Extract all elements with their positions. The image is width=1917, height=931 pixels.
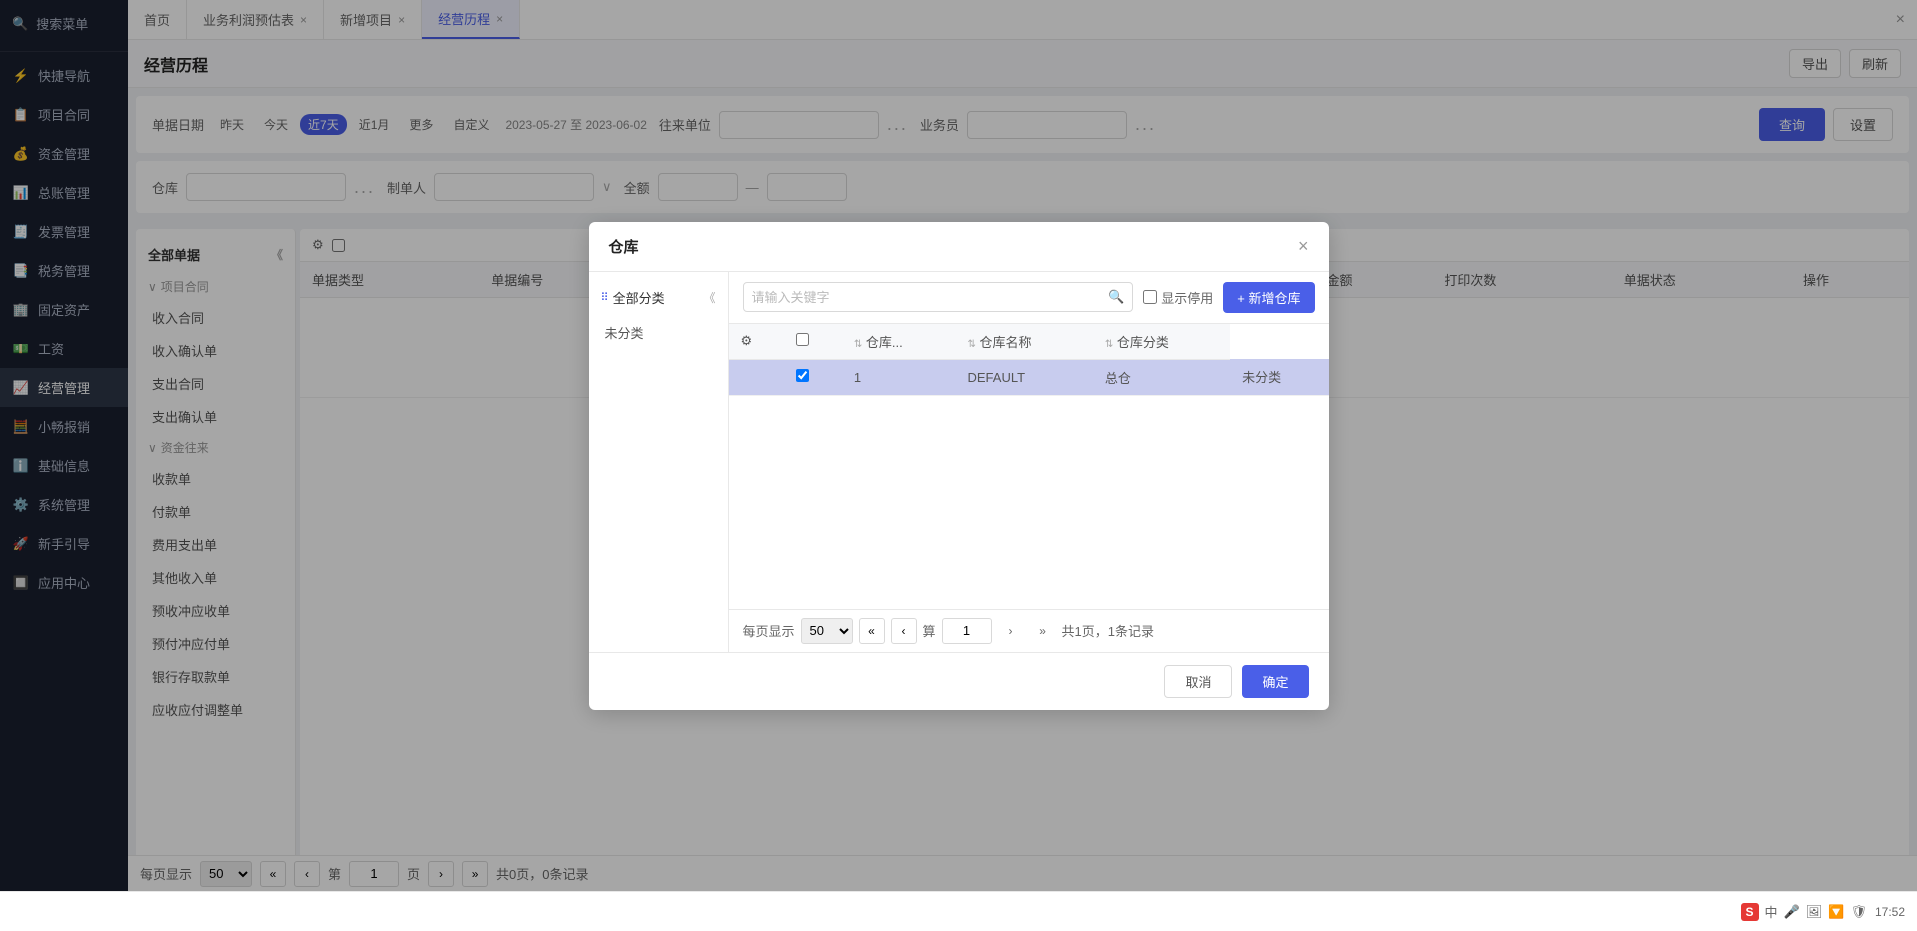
show-disabled-label[interactable]: 显示停用 xyxy=(1143,288,1213,307)
modal-actions: 取消 确定 xyxy=(589,652,1329,710)
modal-col-仓库名称: ⇅ 仓库名称 xyxy=(956,324,1093,360)
show-disabled-checkbox[interactable] xyxy=(1143,290,1157,304)
modal-prev-page[interactable]: ‹ xyxy=(891,618,917,644)
modal-search-icon: 🔍 xyxy=(1108,289,1124,305)
confirm-button[interactable]: 确定 xyxy=(1242,665,1308,698)
modal-title: 仓库 xyxy=(609,236,639,257)
modal-search-box[interactable]: 🔍 xyxy=(743,282,1134,312)
modal-pagination: 每页显示 50100 « ‹ 算 › » 共1页，1条记录 xyxy=(729,609,1329,652)
modal-table-area: ⚙ ⇅ 仓库...⇅ 仓库名称⇅ 仓库分类 1 DEFAULT 总仓 未分类 xyxy=(729,324,1329,609)
modal-page-label: 算 xyxy=(923,621,936,640)
modal-col-仓库...: ⇅ 仓库... xyxy=(842,324,956,360)
taskbar-icons: S 中 🎤 🖼 🔽 🛡 xyxy=(1741,902,1867,921)
modal-last-page[interactable]: » xyxy=(1030,618,1056,644)
add-warehouse-button[interactable]: + 新增仓库 xyxy=(1223,282,1314,313)
modal-page-input[interactable] xyxy=(942,618,992,644)
taskbar-time: 17:52 xyxy=(1875,905,1905,919)
row-category-cell: 未分类 xyxy=(1230,359,1328,395)
modal-all-label[interactable]: ⠿ 全部分类 xyxy=(601,288,665,307)
modal-header: 仓库 × xyxy=(589,222,1329,272)
modal-next-page[interactable]: › xyxy=(998,618,1024,644)
taskbar-icon-5: 🔽 xyxy=(1828,904,1844,920)
modal-data-table: ⚙ ⇅ 仓库...⇅ 仓库名称⇅ 仓库分类 1 DEFAULT 总仓 未分类 xyxy=(729,324,1329,396)
row-id-cell: 1 xyxy=(842,359,956,395)
taskbar: S 中 🎤 🖼 🔽 🛡 17:52 xyxy=(0,891,1917,931)
modal-toolbar: 🔍 显示停用 + 新增仓库 xyxy=(729,272,1329,324)
modal-col-check xyxy=(784,324,842,360)
taskbar-s-icon: S xyxy=(1741,903,1759,921)
row-name-cell: 总仓 xyxy=(1093,359,1230,395)
modal-total: 共1页，1条记录 xyxy=(1062,621,1154,640)
modal-col-settings: ⚙ xyxy=(729,324,785,360)
row-code-cell: DEFAULT xyxy=(956,359,1093,395)
modal-left-panel: ⠿ 全部分类 《 未分类 xyxy=(589,272,729,652)
taskbar-icon-2: 中 xyxy=(1765,902,1778,921)
cancel-button[interactable]: 取消 xyxy=(1164,665,1232,698)
row-check-cell xyxy=(784,359,842,395)
modal-body: ⠿ 全部分类 《 未分类 🔍 显示停用 + 新增仓库 xyxy=(589,272,1329,652)
modal-table-row[interactable]: 1 DEFAULT 总仓 未分类 xyxy=(729,359,1329,395)
modal-collapse-icon[interactable]: 《 xyxy=(703,289,715,306)
taskbar-icon-3: 🎤 xyxy=(1784,904,1800,920)
modal-close-button[interactable]: × xyxy=(1298,236,1309,257)
modal-select-all[interactable] xyxy=(796,333,809,346)
row-checkbox[interactable] xyxy=(796,369,809,382)
taskbar-icon-4: 🖼 xyxy=(1806,904,1823,920)
modal-col-仓库分类: ⇅ 仓库分类 xyxy=(1093,324,1230,360)
modal-first-page[interactable]: « xyxy=(859,618,885,644)
modal-dialog: 仓库 × ⠿ 全部分类 《 未分类 🔍 显示 xyxy=(589,222,1329,710)
taskbar-icon-6: 🛡 xyxy=(1850,904,1867,920)
modal-search-input[interactable] xyxy=(752,290,1103,305)
modal-left-item-未分类[interactable]: 未分类 xyxy=(589,315,728,350)
modal-left-header: ⠿ 全部分类 《 xyxy=(589,280,728,315)
modal-settings-icon[interactable]: ⚙ xyxy=(741,333,753,348)
modal-right-panel: 🔍 显示停用 + 新增仓库 ⚙ ⇅ 仓库...⇅ 仓库名称⇅ 仓库分类 1 DEF… xyxy=(729,272,1329,652)
modal-per-page-label: 每页显示 xyxy=(743,621,795,640)
modal-per-page-select[interactable]: 50100 xyxy=(801,618,853,644)
row-settings-cell xyxy=(729,359,785,395)
